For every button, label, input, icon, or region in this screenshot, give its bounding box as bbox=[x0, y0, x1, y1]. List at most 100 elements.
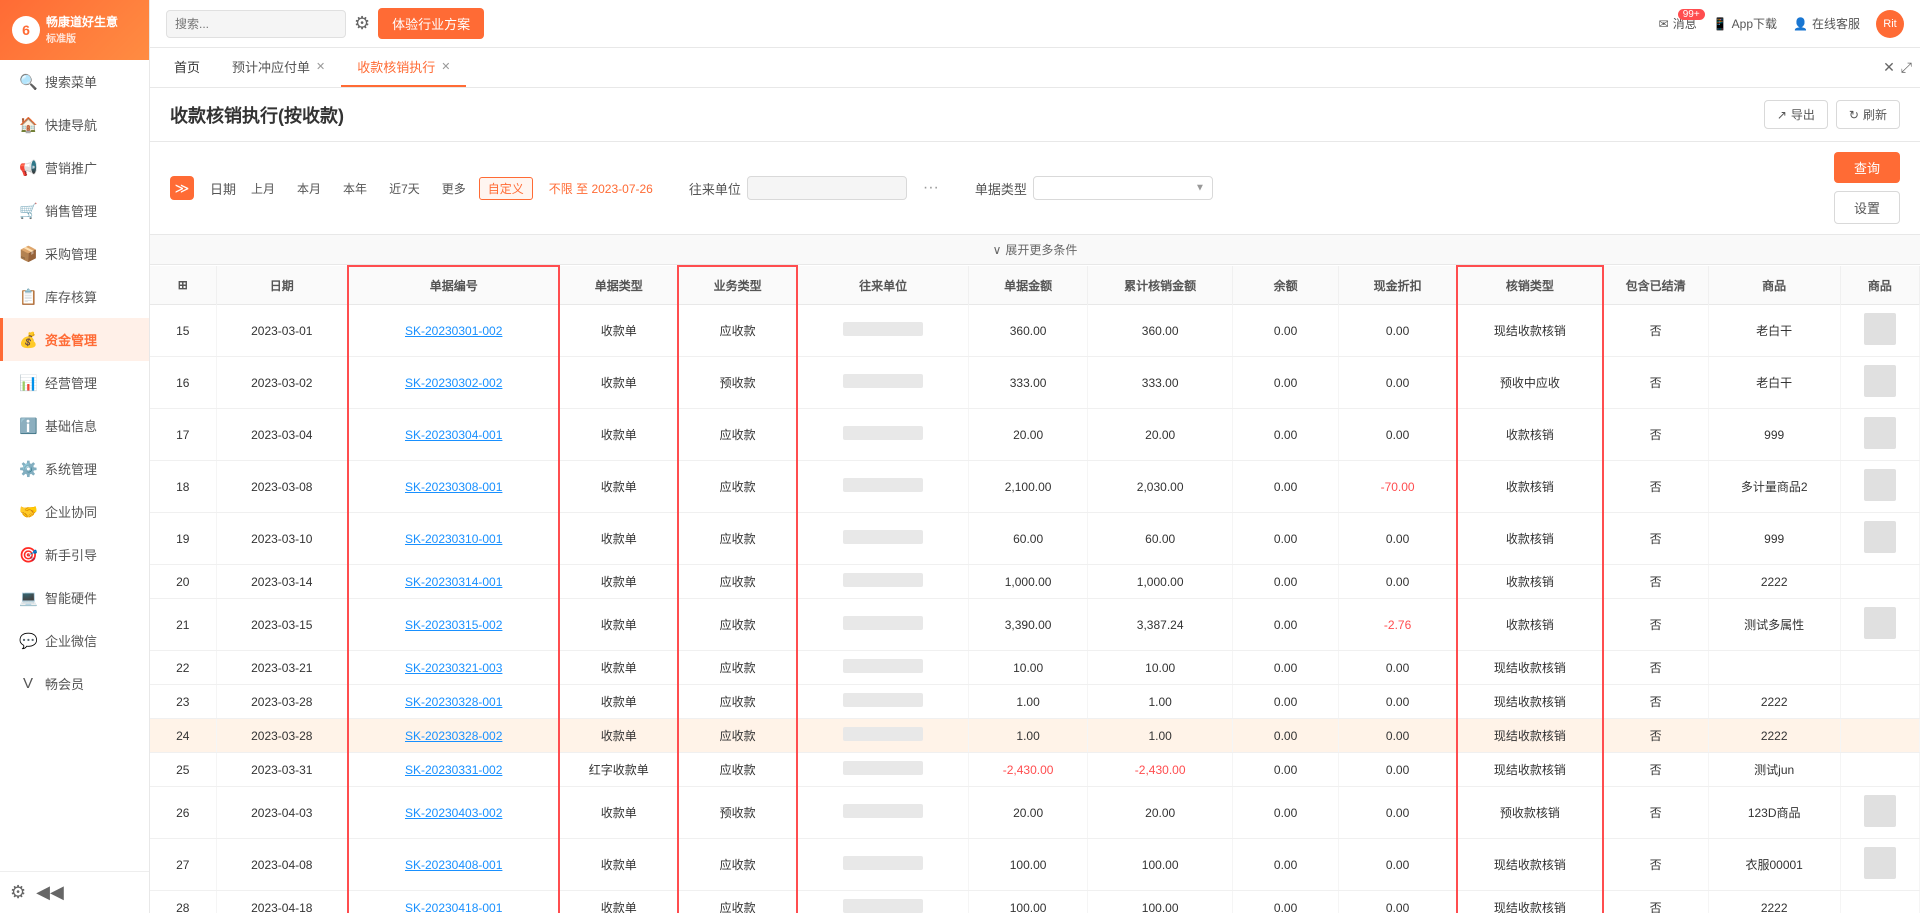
col-settings[interactable]: ⊞ bbox=[150, 266, 216, 305]
logo-icon: 6 bbox=[12, 16, 40, 44]
expand-conditions-button[interactable]: ∨ 展开更多条件 bbox=[993, 241, 1078, 258]
sidebar-item-guide[interactable]: 🎯新手引导 bbox=[0, 533, 149, 576]
sidebar-item-member[interactable]: V畅会员 bbox=[0, 662, 149, 705]
order-no-link[interactable]: SK-20230301-002 bbox=[405, 324, 502, 338]
global-search-input[interactable] bbox=[166, 10, 346, 38]
order-no-link[interactable]: SK-20230302-002 bbox=[405, 376, 502, 390]
tab-receipts-close[interactable]: ✕ bbox=[441, 60, 450, 73]
row-goods-img bbox=[1840, 409, 1919, 461]
tab-home[interactable]: 首页 bbox=[158, 48, 216, 87]
row-included: 否 bbox=[1603, 787, 1709, 839]
sidebar-item-search[interactable]: 🔍搜索菜单 bbox=[0, 60, 149, 103]
row-num: 17 bbox=[150, 409, 216, 461]
user-avatar[interactable]: Rit bbox=[1876, 10, 1904, 38]
table-row: 15 2023-03-01 SK-20230301-002 收款单 应收款 36… bbox=[150, 305, 1920, 357]
messages-button[interactable]: ✉ 消息 99+ bbox=[1659, 15, 1697, 32]
sidebar-item-inventory[interactable]: 📋库存核算 bbox=[0, 275, 149, 318]
sidebar-item-system[interactable]: ⚙️系统管理 bbox=[0, 447, 149, 490]
col-biz-type: 业务类型 bbox=[678, 266, 797, 305]
sidebar-item-operation[interactable]: 📊经营管理 bbox=[0, 361, 149, 404]
sidebar-item-marketing[interactable]: 📢营销推广 bbox=[0, 146, 149, 189]
order-no-link[interactable]: SK-20230418-001 bbox=[405, 901, 502, 913]
order-no-link[interactable]: SK-20230328-002 bbox=[405, 729, 502, 743]
row-writeoff: 1.00 bbox=[1088, 685, 1233, 719]
sidebar-label-purchase: 采购管理 bbox=[45, 244, 97, 263]
order-no-link[interactable]: SK-20230308-001 bbox=[405, 480, 502, 494]
table-row: 21 2023-03-15 SK-20230315-002 收款单 应收款 3,… bbox=[150, 599, 1920, 651]
order-no-link[interactable]: SK-20230304-001 bbox=[405, 428, 502, 442]
voucher-type-select[interactable] bbox=[1033, 176, 1213, 200]
last-month-button[interactable]: 上月 bbox=[242, 177, 284, 200]
app-download-button[interactable]: 📱 App下载 bbox=[1713, 15, 1777, 32]
sidebar-label-system: 系统管理 bbox=[45, 459, 97, 478]
sidebar-item-sales[interactable]: 🛒销售管理 bbox=[0, 189, 149, 232]
query-button[interactable]: 查询 bbox=[1834, 152, 1900, 183]
sidebar-item-finance[interactable]: 💰资金管理 bbox=[0, 318, 149, 361]
col-date: 日期 bbox=[216, 266, 348, 305]
order-no-link[interactable]: SK-20230328-001 bbox=[405, 695, 502, 709]
order-no-link[interactable]: SK-20230315-002 bbox=[405, 618, 502, 632]
sidebar-item-basic[interactable]: ℹ️基础信息 bbox=[0, 404, 149, 447]
row-writeoff-type: 现结收款核销 bbox=[1457, 753, 1602, 787]
data-table-wrapper: ⊞ 日期 单据编号 单据类型 业务类型 往来单位 单据金额 累计核销金额 余额 … bbox=[150, 265, 1920, 913]
refresh-button[interactable]: ↻ 刷新 bbox=[1836, 100, 1900, 129]
row-goods-img bbox=[1840, 357, 1919, 409]
row-discount: 0.00 bbox=[1338, 409, 1457, 461]
order-no-link[interactable]: SK-20230321-003 bbox=[405, 661, 502, 675]
app-download-label: App下载 bbox=[1732, 15, 1777, 32]
online-service-button[interactable]: 👤 在线客服 bbox=[1793, 15, 1860, 32]
industry-solution-button[interactable]: 体验行业方案 bbox=[378, 8, 484, 39]
row-balance: 0.00 bbox=[1233, 787, 1339, 839]
table-row: 26 2023-04-03 SK-20230403-002 收款单 预收款 20… bbox=[150, 787, 1920, 839]
settings-icon[interactable]: ⚙ bbox=[10, 882, 26, 903]
table-row: 20 2023-03-14 SK-20230314-001 收款单 应收款 1,… bbox=[150, 565, 1920, 599]
tab-receipts[interactable]: 收款核销执行 ✕ bbox=[341, 48, 466, 87]
row-date: 2023-04-18 bbox=[216, 891, 348, 913]
this-year-button[interactable]: 本年 bbox=[334, 177, 376, 200]
more-filters-button[interactable]: ··· bbox=[923, 179, 939, 197]
column-settings-icon[interactable]: ⊞ bbox=[178, 278, 188, 292]
sidebar-item-hardware[interactable]: 💻智能硬件 bbox=[0, 576, 149, 619]
quicknav-icon: 🏠 bbox=[19, 116, 37, 134]
expand-icon[interactable]: ⤢ bbox=[1901, 59, 1912, 76]
counterpart-input[interactable] bbox=[747, 176, 907, 200]
sidebar-item-enterprise[interactable]: 🤝企业协同 bbox=[0, 490, 149, 533]
row-num: 16 bbox=[150, 357, 216, 409]
row-amount: 1,000.00 bbox=[969, 565, 1088, 599]
export-button[interactable]: ↗ 导出 bbox=[1764, 100, 1828, 129]
sidebar-item-wechat[interactable]: 💬企业微信 bbox=[0, 619, 149, 662]
this-month-button[interactable]: 本月 bbox=[288, 177, 330, 200]
row-writeoff: 20.00 bbox=[1088, 787, 1233, 839]
close-all-icon[interactable]: ✕ bbox=[1883, 59, 1895, 76]
order-no-link[interactable]: SK-20230403-002 bbox=[405, 806, 502, 820]
tab-payables-label: 预计冲应付单 bbox=[232, 57, 310, 76]
settings-button[interactable]: 设置 bbox=[1834, 191, 1900, 224]
row-writeoff: 3,387.24 bbox=[1088, 599, 1233, 651]
sidebar-label-enterprise: 企业协同 bbox=[45, 502, 97, 521]
gear-icon[interactable]: ⚙ bbox=[354, 13, 370, 34]
order-no-link[interactable]: SK-20230408-001 bbox=[405, 858, 502, 872]
filter-toggle-button[interactable]: ≫ bbox=[170, 176, 194, 200]
row-writeoff: 1,000.00 bbox=[1088, 565, 1233, 599]
date-filter-group: 日期 上月 本月 本年 近7天 更多 自定义 bbox=[210, 177, 533, 200]
order-no-link[interactable]: SK-20230310-001 bbox=[405, 532, 502, 546]
order-no-link[interactable]: SK-20230314-001 bbox=[405, 575, 502, 589]
sidebar-item-quicknav[interactable]: 🏠快捷导航 bbox=[0, 103, 149, 146]
row-included: 否 bbox=[1603, 651, 1709, 685]
row-writeoff-type: 现结收款核销 bbox=[1457, 839, 1602, 891]
sidebar-item-purchase[interactable]: 📦 采购管理 bbox=[0, 232, 149, 275]
row-biz-type: 应收款 bbox=[678, 685, 797, 719]
tab-payables-close[interactable]: ✕ bbox=[316, 60, 325, 73]
tab-payables[interactable]: 预计冲应付单 ✕ bbox=[216, 48, 341, 87]
row-date: 2023-04-08 bbox=[216, 839, 348, 891]
table-row: 27 2023-04-08 SK-20230408-001 收款单 应收款 10… bbox=[150, 839, 1920, 891]
col-writeoff: 累计核销金额 bbox=[1088, 266, 1233, 305]
order-no-link[interactable]: SK-20230331-002 bbox=[405, 763, 502, 777]
more-date-button[interactable]: 更多 bbox=[433, 177, 475, 200]
custom-date-button[interactable]: 自定义 bbox=[479, 177, 533, 200]
purchase-icon: 📦 bbox=[19, 245, 37, 263]
tab-home-label: 首页 bbox=[174, 57, 200, 76]
row-num: 18 bbox=[150, 461, 216, 513]
last-7-days-button[interactable]: 近7天 bbox=[380, 177, 429, 200]
collapse-icon[interactable]: ◀◀ bbox=[36, 882, 64, 903]
